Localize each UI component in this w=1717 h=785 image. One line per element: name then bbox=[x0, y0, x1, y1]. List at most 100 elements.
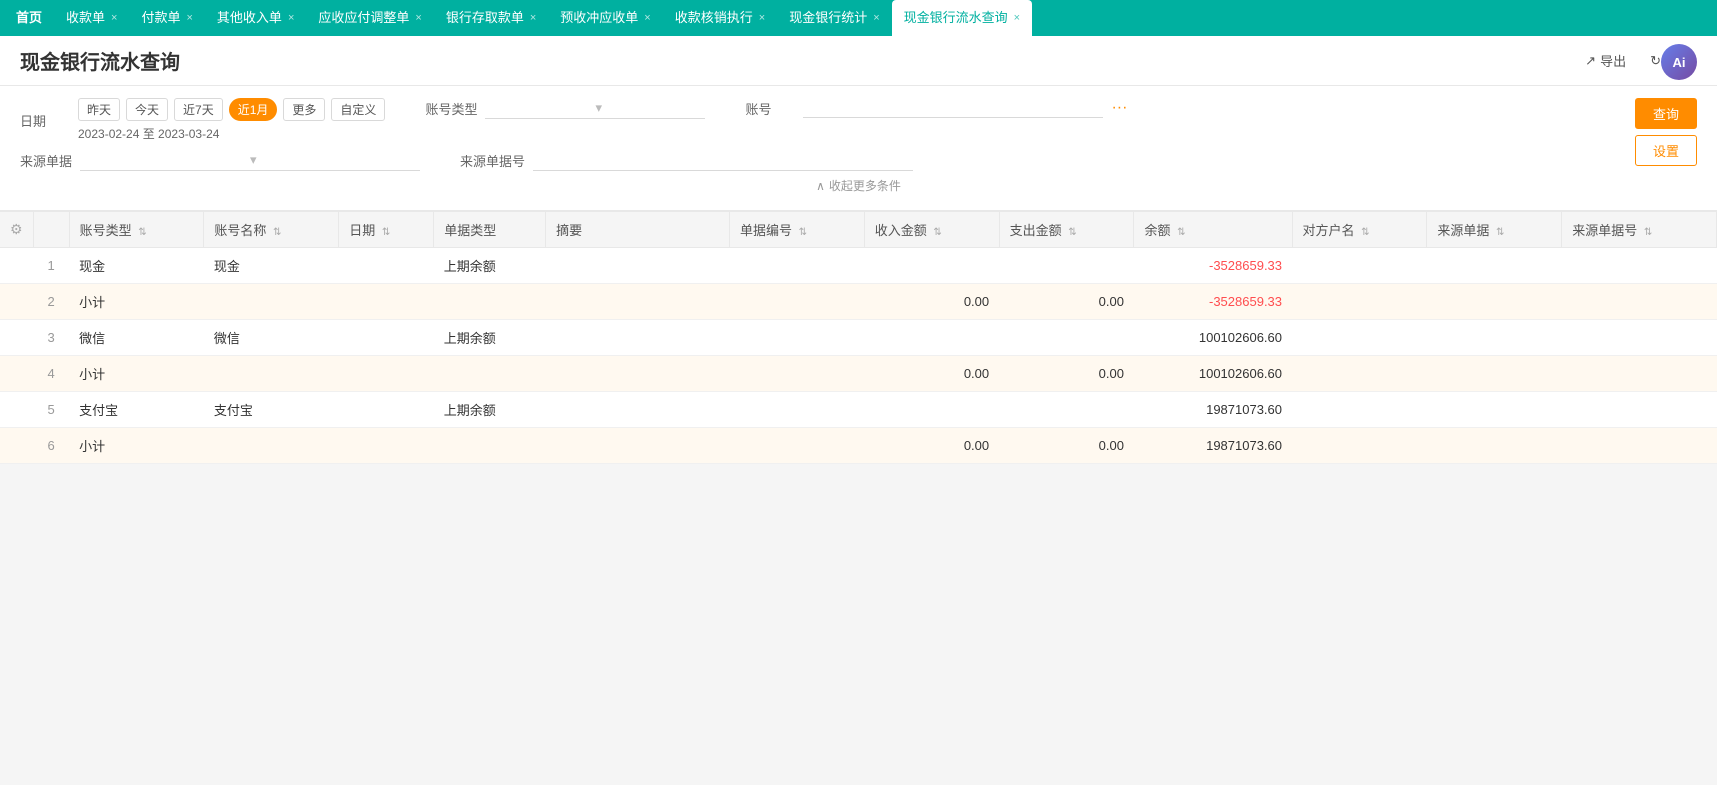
row-number: 6 bbox=[33, 428, 69, 464]
row-source-doc-no bbox=[1562, 320, 1717, 356]
row-source-doc bbox=[1427, 320, 1562, 356]
row-summary bbox=[546, 392, 730, 428]
row-doc-type bbox=[434, 428, 546, 464]
close-writeoff-icon[interactable]: × bbox=[759, 0, 765, 36]
row-counterparty bbox=[1292, 320, 1427, 356]
nav-receipt[interactable]: 收款单 × bbox=[54, 0, 129, 36]
th-account-name[interactable]: 账号名称 ⇅ bbox=[204, 212, 339, 248]
nav-cash-stats[interactable]: 现金银行统计 × bbox=[777, 0, 891, 36]
date-btn-more[interactable]: 更多 bbox=[283, 98, 325, 121]
th-date[interactable]: 日期 ⇅ bbox=[339, 212, 434, 248]
nav-home[interactable]: 首页 bbox=[4, 0, 54, 36]
close-prepay-icon[interactable]: × bbox=[644, 0, 650, 36]
th-income[interactable]: 收入金额 ⇅ bbox=[864, 212, 999, 248]
sort-source-doc-no-icon: ⇅ bbox=[1644, 227, 1652, 238]
row-settings-cell bbox=[0, 428, 33, 464]
export-button[interactable]: ↗ 导出 bbox=[1579, 47, 1632, 74]
row-source-doc bbox=[1427, 248, 1562, 284]
query-button[interactable]: 查询 bbox=[1635, 98, 1697, 129]
th-doc-no[interactable]: 单据编号 ⇅ bbox=[729, 212, 864, 248]
close-ar-adjust-icon[interactable]: × bbox=[415, 0, 421, 36]
date-filter-group: 日期 昨天 今天 近7天 近1月 更多 自定义 2023-02-24 至 202… bbox=[20, 98, 385, 142]
th-counterparty[interactable]: 对方户名 ⇅ bbox=[1292, 212, 1427, 248]
nav-payment[interactable]: 付款单 × bbox=[129, 0, 204, 36]
column-settings-icon[interactable]: ⚙ bbox=[10, 221, 23, 237]
row-summary bbox=[546, 320, 730, 356]
th-source-doc[interactable]: 来源单据 ⇅ bbox=[1427, 212, 1562, 248]
nav-bank-deposit[interactable]: 银行存取款单 × bbox=[434, 0, 548, 36]
date-btn-custom[interactable]: 自定义 bbox=[331, 98, 385, 121]
source-doc-filter-group: 来源单据 ▾ bbox=[20, 150, 420, 171]
account-ellipsis-icon[interactable]: ··· bbox=[1111, 99, 1127, 117]
row-income: 0.00 bbox=[864, 284, 999, 320]
nav-prepay[interactable]: 预收冲应收单 × bbox=[548, 0, 662, 36]
row-doc-no bbox=[729, 356, 864, 392]
row-number: 4 bbox=[33, 356, 69, 392]
row-income: 0.00 bbox=[864, 356, 999, 392]
row-date bbox=[339, 284, 434, 320]
row-income bbox=[864, 320, 999, 356]
collapse-filter-button[interactable]: ∧ 收起更多条件 bbox=[20, 171, 1697, 198]
source-doc-no-filter-group: 来源单据号 bbox=[460, 151, 913, 171]
date-btn-yesterday[interactable]: 昨天 bbox=[78, 98, 120, 121]
row-balance: 19871073.60 bbox=[1134, 428, 1292, 464]
settings-button[interactable]: 设置 bbox=[1635, 135, 1697, 166]
close-receipt-icon[interactable]: × bbox=[111, 0, 117, 36]
date-options: 昨天 今天 近7天 近1月 更多 自定义 bbox=[78, 98, 385, 121]
ai-assistant-button[interactable]: Ai bbox=[1661, 44, 1697, 80]
source-doc-no-label: 来源单据号 bbox=[460, 151, 525, 170]
th-summary: 摘要 bbox=[546, 212, 730, 248]
date-label: 日期 bbox=[20, 111, 70, 130]
close-bank-deposit-icon[interactable]: × bbox=[530, 0, 536, 36]
row-doc-type bbox=[434, 284, 546, 320]
nav-ar-adjust[interactable]: 应收应付调整单 × bbox=[306, 0, 433, 36]
cash-flow-table: ⚙ 账号类型 ⇅ 账号名称 ⇅ 日期 ⇅ 单据类型 摘要 单据编号 ⇅ 收入金额… bbox=[0, 211, 1717, 464]
date-btn-today[interactable]: 今天 bbox=[126, 98, 168, 121]
th-balance[interactable]: 余额 ⇅ bbox=[1134, 212, 1292, 248]
source-doc-label: 来源单据 bbox=[20, 151, 72, 170]
row-source-doc-no bbox=[1562, 284, 1717, 320]
table-header: ⚙ 账号类型 ⇅ 账号名称 ⇅ 日期 ⇅ 单据类型 摘要 单据编号 ⇅ 收入金额… bbox=[0, 212, 1717, 248]
row-balance: -3528659.33 bbox=[1134, 248, 1292, 284]
row-date bbox=[339, 428, 434, 464]
row-income bbox=[864, 392, 999, 428]
date-btn-1month[interactable]: 近1月 bbox=[229, 98, 278, 121]
row-account-type: 小计 bbox=[69, 356, 204, 392]
row-number: 3 bbox=[33, 320, 69, 356]
row-account-type: 现金 bbox=[69, 248, 204, 284]
close-payment-icon[interactable]: × bbox=[186, 0, 192, 36]
account-type-select[interactable]: ▾ bbox=[485, 98, 705, 119]
data-table-container: ⚙ 账号类型 ⇅ 账号名称 ⇅ 日期 ⇅ 单据类型 摘要 单据编号 ⇅ 收入金额… bbox=[0, 211, 1717, 464]
sort-date-icon: ⇅ bbox=[382, 227, 390, 238]
row-income bbox=[864, 248, 999, 284]
row-account-name: 现金 bbox=[204, 248, 339, 284]
nav-other-income[interactable]: 其他收入单 × bbox=[205, 0, 306, 36]
account-type-chevron-icon: ▾ bbox=[595, 100, 701, 116]
account-type-filter-group: 账号类型 ▾ bbox=[425, 98, 705, 119]
row-source-doc bbox=[1427, 356, 1562, 392]
row-settings-cell bbox=[0, 320, 33, 356]
source-doc-no-input[interactable] bbox=[533, 151, 913, 171]
th-settings: ⚙ bbox=[0, 212, 33, 248]
row-counterparty bbox=[1292, 248, 1427, 284]
nav-cash-flow[interactable]: 现金银行流水查询 × bbox=[892, 0, 1032, 36]
row-expense bbox=[999, 320, 1134, 356]
row-source-doc bbox=[1427, 392, 1562, 428]
th-source-doc-no[interactable]: 来源单据号 ⇅ bbox=[1562, 212, 1717, 248]
close-cash-stats-icon[interactable]: × bbox=[873, 0, 879, 36]
account-input[interactable] bbox=[803, 98, 1103, 118]
row-account-type: 小计 bbox=[69, 284, 204, 320]
nav-writeoff[interactable]: 收款核销执行 × bbox=[663, 0, 777, 36]
row-counterparty bbox=[1292, 284, 1427, 320]
th-expense[interactable]: 支出金额 ⇅ bbox=[999, 212, 1134, 248]
row-income: 0.00 bbox=[864, 428, 999, 464]
row-balance: 19871073.60 bbox=[1134, 392, 1292, 428]
close-cash-flow-icon[interactable]: × bbox=[1014, 0, 1020, 36]
row-balance: 100102606.60 bbox=[1134, 356, 1292, 392]
close-other-income-icon[interactable]: × bbox=[288, 0, 294, 36]
date-btn-7days[interactable]: 近7天 bbox=[174, 98, 223, 121]
source-doc-select[interactable]: ▾ bbox=[80, 150, 420, 171]
row-settings-cell bbox=[0, 284, 33, 320]
table-row: 6 小计 0.00 0.00 19871073.60 bbox=[0, 428, 1717, 464]
th-account-type[interactable]: 账号类型 ⇅ bbox=[69, 212, 204, 248]
